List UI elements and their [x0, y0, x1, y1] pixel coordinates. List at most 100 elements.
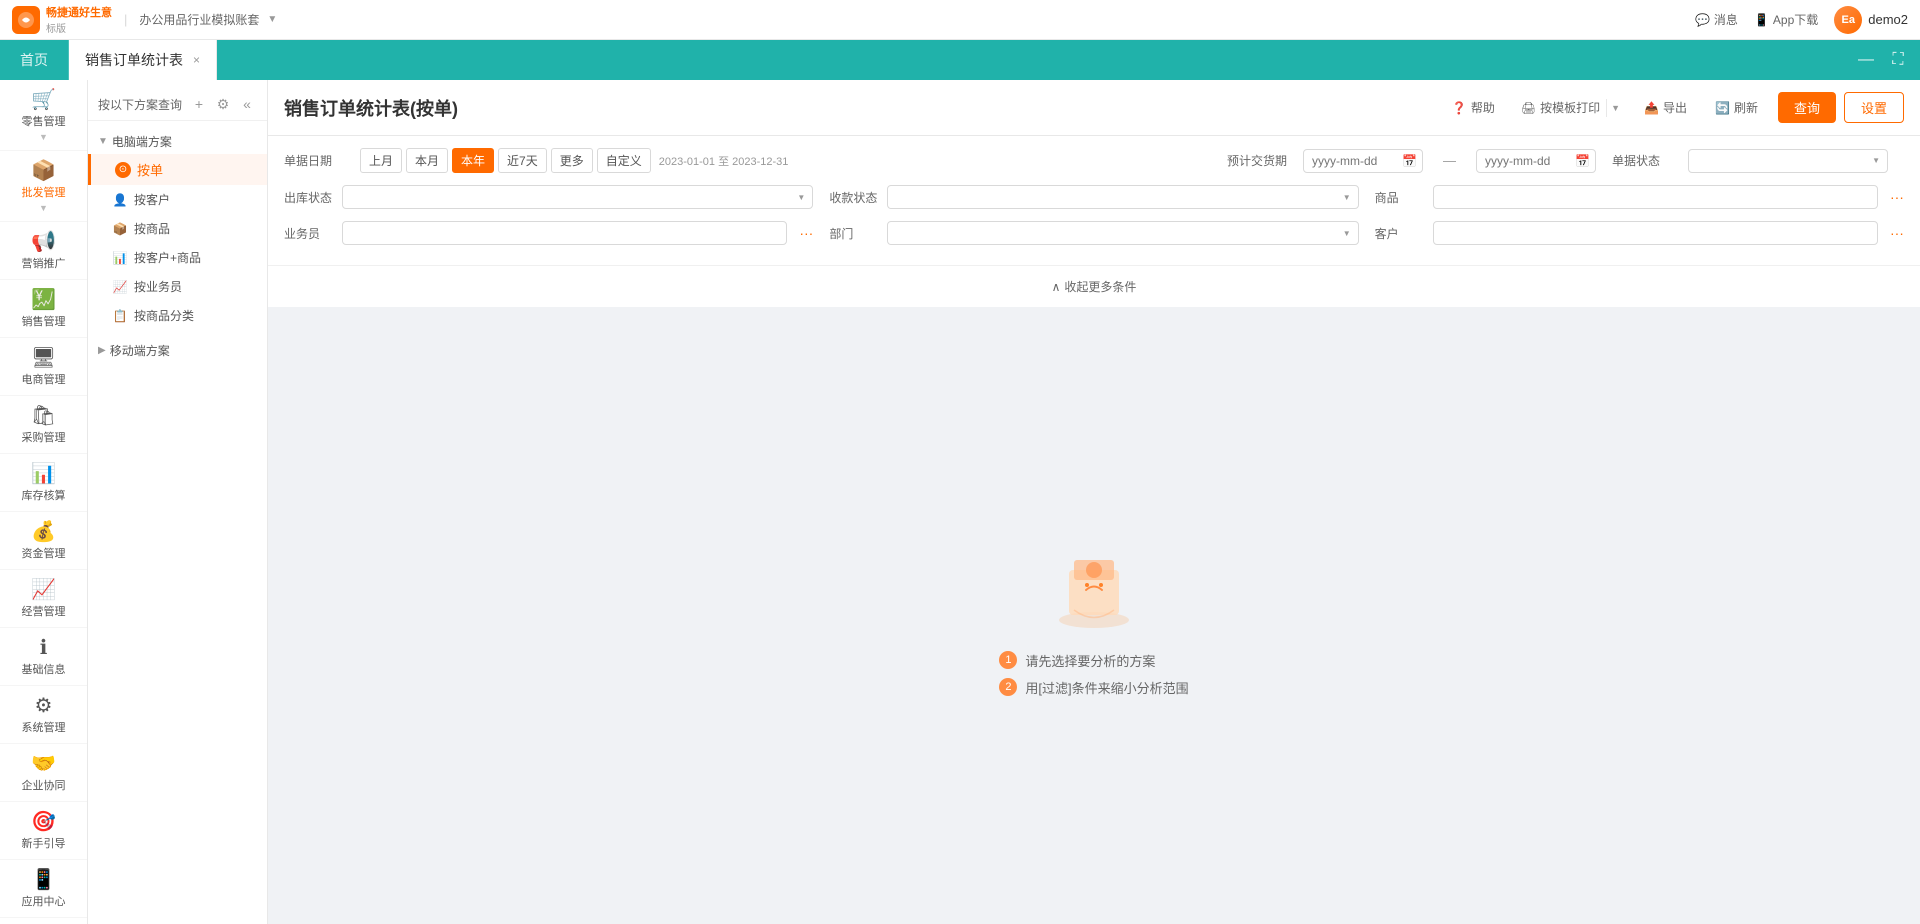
add-scheme-button[interactable]: +: [189, 94, 209, 114]
sidebar-item-inventory[interactable]: 📊 库存核算: [0, 454, 87, 512]
customer-label: 客户: [1375, 225, 1425, 242]
date-btn-last-7days[interactable]: 近7天: [498, 148, 547, 173]
date-btn-last-month[interactable]: 上月: [360, 148, 402, 173]
salesman-more-button[interactable]: ···: [799, 225, 813, 241]
tree-expand-icon: ▼: [98, 136, 108, 147]
collapse-row: ∧ 收起更多条件: [268, 265, 1920, 307]
tab-minimize-button[interactable]: —: [1852, 46, 1880, 74]
tab-close-button[interactable]: ×: [193, 53, 200, 67]
sidebar-item-retail[interactable]: 🛒 零售管理 ▼: [0, 80, 87, 151]
date-btn-this-year[interactable]: 本年: [452, 148, 494, 173]
dept-label: 部门: [829, 225, 879, 242]
tip-number-1: 1: [999, 651, 1017, 669]
tree-item-by-product-category[interactable]: 📋 按商品分类: [88, 301, 267, 330]
tree-item-by-order[interactable]: ⊙ 按单: [88, 154, 267, 185]
tab-bar: 首页 销售订单统计表 × — ⛶: [0, 40, 1920, 80]
customer-more-button[interactable]: ···: [1890, 225, 1904, 241]
collapse-panel-button[interactable]: «: [237, 94, 257, 114]
user-menu[interactable]: Ea demo2: [1834, 6, 1908, 34]
status-label: 单据状态: [1612, 152, 1672, 169]
salesman-input[interactable]: [342, 221, 787, 245]
filter-row-2: 出库状态 收款状态 商品: [284, 185, 1904, 209]
query-button[interactable]: 查询: [1778, 92, 1836, 123]
wholesale-icon: 📦: [31, 161, 56, 181]
main-layout: 🛒 零售管理 ▼ 📦 批发管理 ▼ 📢 营销推广 💹 销售管理 🖥 电商管理 🛍…: [0, 80, 1920, 924]
maximize-icon: ⛶: [1892, 51, 1903, 69]
tab-maximize-button[interactable]: ⛶: [1884, 46, 1912, 74]
sidebar-item-purchase[interactable]: 🛍 采购管理: [0, 396, 87, 454]
sidebar-item-basic-info[interactable]: ℹ 基础信息: [0, 628, 87, 686]
export-button[interactable]: 📤 导出: [1636, 95, 1695, 120]
sidebar-item-app-center[interactable]: 📱 应用中心: [0, 860, 87, 918]
delivery-select-wrap: [342, 185, 813, 209]
empty-state: 1 请先选择要分析的方案 2 用[过滤]条件来缩小分析范围: [268, 307, 1920, 924]
status-select[interactable]: [1688, 149, 1888, 173]
breadcrumb-dropdown-icon[interactable]: ▼: [267, 14, 277, 25]
print-dropdown-button[interactable]: ▼: [1606, 99, 1624, 117]
customer-product-scheme-icon: 📊: [112, 250, 128, 266]
tab-bar-right: — ⛶: [1852, 46, 1920, 74]
print-icon: 🖨: [1521, 101, 1536, 115]
basic-info-icon: ℹ: [40, 638, 48, 658]
expected-date-start-input[interactable]: [1303, 149, 1423, 173]
tab-home[interactable]: 首页: [0, 40, 69, 80]
sidebar-item-operations[interactable]: 📈 经营管理: [0, 570, 87, 628]
empty-tips: 1 请先选择要分析的方案 2 用[过滤]条件来缩小分析范围: [999, 651, 1188, 697]
message-icon: 💬: [1695, 13, 1710, 27]
page-header: 销售订单统计表(按单) ❓ 帮助 🖨 按模板打印 ▼ 📤: [268, 80, 1920, 136]
sidebar-item-finance[interactable]: 💰 资金管理: [0, 512, 87, 570]
receipt-label: 收款状态: [829, 189, 879, 206]
inventory-icon: 📊: [31, 464, 56, 484]
tree-group-desktop-title[interactable]: ▼ 电脑端方案: [88, 129, 267, 154]
tip-number-2: 2: [999, 678, 1017, 696]
avatar: Ea: [1834, 6, 1862, 34]
tree-item-by-salesman[interactable]: 📈 按业务员: [88, 272, 267, 301]
page-header-top: 销售订单统计表(按单) ❓ 帮助 🖨 按模板打印 ▼ 📤: [284, 92, 1904, 123]
goods-input[interactable]: [1433, 185, 1878, 209]
settings-scheme-button[interactable]: ⚙: [213, 94, 233, 114]
goods-field: 商品 ···: [1375, 185, 1904, 209]
tree-item-by-customer[interactable]: 👤 按客户: [88, 185, 267, 214]
expected-date-end-wrap: 📅: [1476, 149, 1596, 173]
customer-input[interactable]: [1433, 221, 1878, 245]
help-icon: ❓: [1452, 101, 1467, 115]
settings-button[interactable]: 设置: [1844, 92, 1904, 123]
receipt-select[interactable]: [887, 185, 1358, 209]
tree-group-mobile-title[interactable]: ▶ 移动端方案: [88, 338, 267, 363]
left-panel: 按以下方案查询 + ⚙ « ▼ 电脑端方案 ⊙ 按单 👤 按客户 📦: [88, 80, 268, 924]
sidebar-item-sales[interactable]: 💹 销售管理: [0, 280, 87, 338]
date-btn-more[interactable]: 更多: [551, 148, 593, 173]
delivery-select[interactable]: [342, 185, 813, 209]
product-category-scheme-icon: 📋: [112, 308, 128, 324]
sidebar-item-wechat[interactable]: 💬 企业微信: [0, 918, 87, 924]
goods-more-button[interactable]: ···: [1890, 189, 1904, 205]
sidebar-item-enterprise[interactable]: 🤝 企业协同: [0, 744, 87, 802]
tree-item-by-product[interactable]: 📦 按商品: [88, 214, 267, 243]
expected-date-end-input[interactable]: [1476, 149, 1596, 173]
dept-select[interactable]: [887, 221, 1358, 245]
left-panel-title: 按以下方案查询: [98, 96, 182, 113]
date-btn-this-month[interactable]: 本月: [406, 148, 448, 173]
active-dot-icon: ⊙: [115, 162, 131, 178]
print-button[interactable]: 🖨 按模板打印: [1515, 95, 1606, 120]
app-download-button[interactable]: 📱 App下载: [1754, 11, 1818, 28]
dept-select-wrap: [887, 221, 1358, 245]
tree-item-by-customer-product[interactable]: 📊 按客户+商品: [88, 243, 267, 272]
date-range-display: 2023-01-01 至 2023-12-31: [659, 153, 789, 169]
logo-icon: [12, 6, 40, 34]
help-button[interactable]: ❓ 帮助: [1444, 95, 1503, 120]
refresh-button[interactable]: 🔄 刷新: [1707, 95, 1766, 120]
sidebar-item-system[interactable]: ⚙ 系统管理: [0, 686, 87, 744]
message-button[interactable]: 💬 消息: [1695, 11, 1738, 28]
empty-tip-1: 1 请先选择要分析的方案: [999, 651, 1188, 670]
logo-area: 畅捷通好生意 标版: [12, 4, 112, 35]
sidebar-item-guide[interactable]: 🎯 新手引导: [0, 802, 87, 860]
sidebar-item-ecommerce[interactable]: 🖥 电商管理: [0, 338, 87, 396]
salesman-label: 业务员: [284, 225, 334, 242]
expected-date-label: 预计交货期: [1227, 152, 1287, 169]
collapse-filters-button[interactable]: ∧ 收起更多条件: [1040, 274, 1149, 299]
date-btn-custom[interactable]: 自定义: [597, 148, 651, 173]
sidebar-item-wholesale[interactable]: 📦 批发管理 ▼: [0, 151, 87, 222]
tab-sales-order[interactable]: 销售订单统计表 ×: [69, 40, 217, 80]
sidebar-item-marketing[interactable]: 📢 营销推广: [0, 222, 87, 280]
